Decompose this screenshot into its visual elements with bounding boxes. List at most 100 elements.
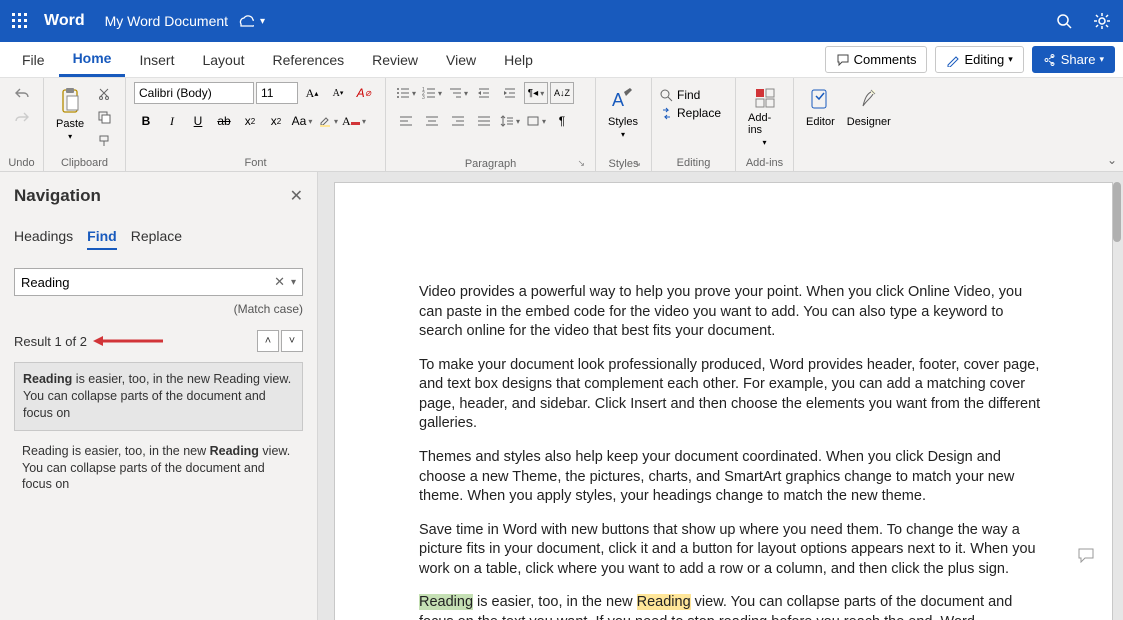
editing-mode-button[interactable]: Editing▾ bbox=[935, 46, 1023, 73]
editor-button[interactable]: Editor bbox=[802, 82, 839, 132]
nav-tab-replace[interactable]: Replace bbox=[131, 228, 182, 250]
styles-button[interactable]: AStyles▾ bbox=[604, 82, 642, 143]
addins-btn-label: Add-ins bbox=[748, 112, 781, 136]
nav-tab-find[interactable]: Find bbox=[87, 228, 117, 250]
annotation-arrow-icon bbox=[93, 335, 163, 347]
find-button[interactable]: Find bbox=[660, 88, 700, 102]
paragraph-group-label: Paragraph bbox=[394, 156, 587, 170]
comments-button[interactable]: Comments bbox=[825, 46, 928, 73]
designer-button[interactable]: Designer bbox=[843, 82, 895, 132]
styles-launcher-icon[interactable]: ↘ bbox=[633, 158, 641, 169]
search-options-icon[interactable]: ▾ bbox=[291, 277, 296, 288]
share-button[interactable]: Share▾ bbox=[1032, 46, 1115, 73]
undo-button[interactable] bbox=[10, 82, 34, 104]
tab-references[interactable]: References bbox=[259, 44, 359, 76]
designer-label: Designer bbox=[847, 116, 891, 128]
tab-help[interactable]: Help bbox=[490, 44, 547, 76]
navigation-pane: ✕ Navigation Headings Find Replace ✕ ▾ (… bbox=[0, 172, 318, 620]
line-spacing-button[interactable] bbox=[498, 110, 522, 132]
text-direction-button[interactable]: ¶◂ bbox=[524, 82, 548, 104]
borders-button[interactable] bbox=[524, 110, 548, 132]
tab-file[interactable]: File bbox=[8, 44, 59, 76]
close-nav-icon[interactable]: ✕ bbox=[290, 186, 303, 206]
justify-button[interactable] bbox=[472, 110, 496, 132]
document-canvas: Video provides a powerful way to help yo… bbox=[318, 172, 1123, 620]
highlight-color-button[interactable] bbox=[316, 110, 340, 132]
grow-font-button[interactable]: A▴ bbox=[300, 82, 324, 104]
editing-group-label: Editing bbox=[660, 155, 727, 169]
search-result-1[interactable]: Reading is easier, too, in the new Readi… bbox=[14, 362, 303, 431]
decrease-indent-button[interactable] bbox=[472, 82, 496, 104]
app-name: Word bbox=[44, 12, 85, 30]
sort-button[interactable]: A↓Z bbox=[550, 82, 574, 104]
copy-button[interactable] bbox=[92, 106, 116, 128]
next-result-button[interactable]: ˅ bbox=[281, 330, 303, 352]
search-icon[interactable] bbox=[1056, 13, 1073, 30]
increase-indent-button[interactable] bbox=[498, 82, 522, 104]
redo-button[interactable] bbox=[10, 106, 34, 128]
cut-button[interactable] bbox=[92, 82, 116, 104]
share-label: Share bbox=[1061, 52, 1096, 67]
align-left-button[interactable] bbox=[394, 110, 418, 132]
paste-label: Paste bbox=[56, 118, 84, 130]
search-result-2[interactable]: Reading is easier, too, in the new Readi… bbox=[14, 437, 303, 500]
multilevel-list-button[interactable] bbox=[446, 82, 470, 104]
comments-label: Comments bbox=[854, 52, 917, 67]
strikethrough-button[interactable]: ab bbox=[212, 110, 236, 132]
replace-button[interactable]: Replace bbox=[660, 106, 721, 120]
change-case-button[interactable]: Aa bbox=[290, 110, 314, 132]
doc-dropdown-icon[interactable]: ▾ bbox=[260, 16, 265, 27]
paragraph: To make your document look professionall… bbox=[419, 356, 1044, 434]
addins-button[interactable]: Add-ins▾ bbox=[744, 82, 785, 151]
bold-button[interactable]: B bbox=[134, 110, 158, 132]
numbering-button[interactable]: 123 bbox=[420, 82, 444, 104]
font-group-label: Font bbox=[134, 155, 377, 169]
prev-result-button[interactable]: ˄ bbox=[257, 330, 279, 352]
tab-layout[interactable]: Layout bbox=[188, 44, 258, 76]
document-page[interactable]: Video provides a powerful way to help yo… bbox=[334, 182, 1113, 620]
add-comment-icon[interactable] bbox=[1077, 547, 1095, 563]
superscript-button[interactable]: x2 bbox=[264, 110, 288, 132]
paragraph: Video provides a powerful way to help yo… bbox=[419, 283, 1044, 342]
match-case-label: (Match case) bbox=[14, 302, 303, 316]
editor-label: Editor bbox=[806, 116, 835, 128]
align-right-button[interactable] bbox=[446, 110, 470, 132]
subscript-button[interactable]: x2 bbox=[238, 110, 262, 132]
tab-home[interactable]: Home bbox=[59, 42, 126, 77]
underline-button[interactable]: U bbox=[186, 110, 210, 132]
shrink-font-button[interactable]: A▾ bbox=[326, 82, 350, 104]
show-marks-button[interactable]: ¶ bbox=[550, 110, 574, 132]
tab-insert[interactable]: Insert bbox=[125, 44, 188, 76]
result-count: Result 1 of 2 bbox=[14, 334, 87, 349]
bullets-button[interactable] bbox=[394, 82, 418, 104]
tab-review[interactable]: Review bbox=[358, 44, 432, 76]
nav-tab-headings[interactable]: Headings bbox=[14, 228, 73, 250]
format-painter-button[interactable] bbox=[92, 130, 116, 152]
search-box[interactable]: ✕ ▾ bbox=[14, 268, 303, 296]
svg-text:A: A bbox=[612, 90, 624, 110]
undo-group-label: Undo bbox=[8, 155, 35, 169]
font-color-button[interactable]: A bbox=[342, 110, 366, 132]
font-size-select[interactable] bbox=[256, 82, 298, 104]
clear-search-icon[interactable]: ✕ bbox=[274, 274, 285, 290]
clipboard-group-label: Clipboard bbox=[52, 155, 117, 169]
tab-view[interactable]: View bbox=[432, 44, 490, 76]
paragraph: Reading is easier, too, in the new Readi… bbox=[419, 593, 1044, 620]
collapse-ribbon-icon[interactable]: ⌄ bbox=[1107, 153, 1117, 167]
settings-gear-icon[interactable] bbox=[1093, 12, 1111, 30]
paste-button[interactable]: Paste▾ bbox=[52, 82, 88, 145]
search-input[interactable] bbox=[21, 275, 274, 290]
clear-formatting-button[interactable]: A⊘ bbox=[352, 82, 376, 104]
document-name[interactable]: My Word Document bbox=[105, 13, 228, 29]
highlight-match: Reading bbox=[637, 594, 691, 610]
font-name-select[interactable] bbox=[134, 82, 254, 104]
scrollbar[interactable] bbox=[1113, 182, 1121, 242]
italic-button[interactable]: I bbox=[160, 110, 184, 132]
align-center-button[interactable] bbox=[420, 110, 444, 132]
paragraph: Save time in Word with new buttons that … bbox=[419, 521, 1044, 580]
paragraph-launcher-icon[interactable]: ↘ bbox=[577, 158, 585, 169]
app-launcher-icon[interactable] bbox=[12, 13, 28, 29]
highlight-current: Reading bbox=[419, 594, 473, 610]
menu-bar: File Home Insert Layout References Revie… bbox=[0, 42, 1123, 78]
paragraph: Themes and styles also help keep your do… bbox=[419, 448, 1044, 507]
